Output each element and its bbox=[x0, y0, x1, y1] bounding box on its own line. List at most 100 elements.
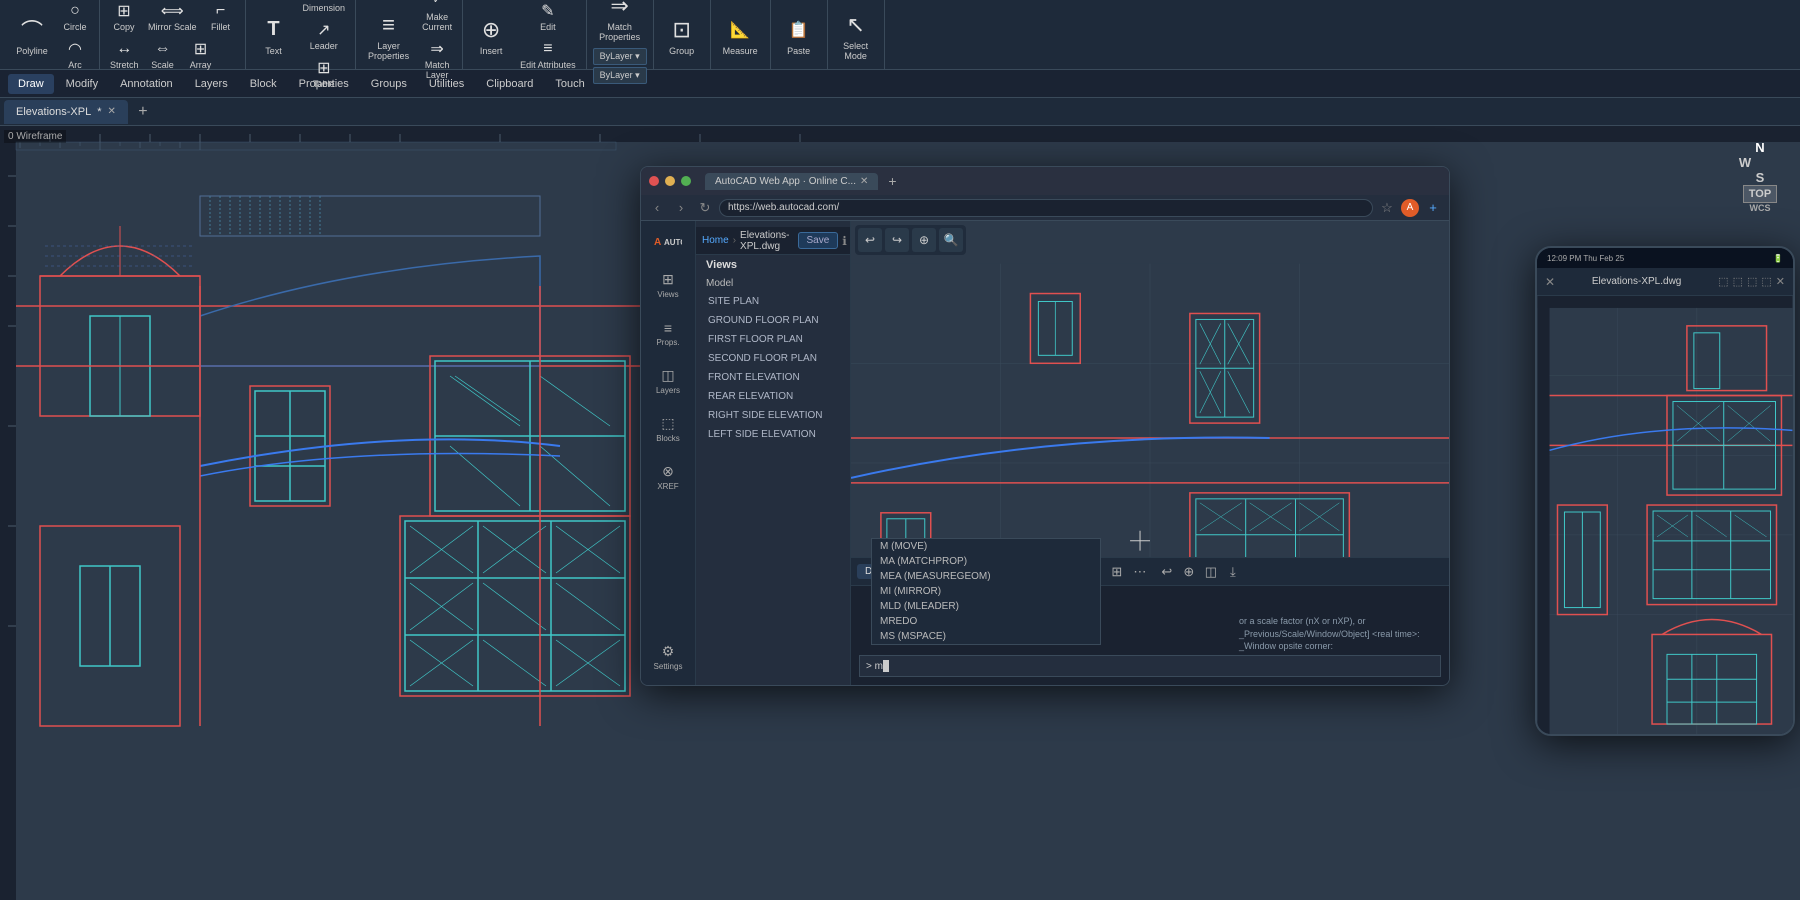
views-item-first-floor[interactable]: FIRST FLOOR PLAN bbox=[696, 330, 850, 349]
acweb-more-icon[interactable]: ⋯ bbox=[1130, 562, 1150, 582]
browser-addressbar[interactable]: https://web.autocad.com/ bbox=[719, 199, 1373, 217]
tablet-icon-1[interactable]: ⬚ bbox=[1718, 275, 1728, 288]
edit-btn[interactable]: ✎ Edit bbox=[516, 0, 580, 34]
browser-refresh-btn[interactable]: ↻ bbox=[695, 198, 715, 218]
mirror-btn[interactable]: ⟺ Mirror Scale bbox=[144, 0, 201, 34]
measure-btn[interactable]: 📐 Measure bbox=[717, 10, 764, 60]
breadcrumb-home[interactable]: Home bbox=[702, 235, 729, 246]
cmd-ma-matchprop[interactable]: MA (MATCHPROP) bbox=[872, 554, 1100, 569]
acweb-blocks-btn[interactable]: ⬚ Blocks bbox=[646, 407, 690, 451]
tablet-icon-3[interactable]: ⬚ bbox=[1747, 275, 1757, 288]
polyline-btn[interactable]: ⌒ Polyline bbox=[10, 10, 54, 60]
acweb-zoom-icon[interactable]: ⊕ bbox=[1179, 562, 1199, 582]
menu-utilities[interactable]: Utilities bbox=[419, 74, 474, 94]
stretch-btn[interactable]: ↔ Stretch bbox=[106, 36, 143, 72]
bylayer2-dropdown[interactable]: ByLayer ▾ bbox=[593, 67, 647, 84]
views-item-right-side[interactable]: RIGHT SIDE ELEVATION bbox=[696, 406, 850, 425]
views-panel-model[interactable]: Model bbox=[696, 275, 850, 292]
acweb-xref-btn[interactable]: ⊗ XREF bbox=[646, 455, 690, 499]
browser-back-btn[interactable]: ‹ bbox=[647, 198, 667, 218]
array-icon: ⊞ bbox=[190, 38, 212, 60]
layer-props-btn[interactable]: ≡ LayerProperties bbox=[362, 5, 415, 65]
paste-btn[interactable]: 📋 Paste bbox=[777, 10, 821, 60]
browser-profile-btn[interactable]: A bbox=[1401, 199, 1419, 217]
acweb-grid-icon[interactable]: ⊞ bbox=[1107, 562, 1127, 582]
menu-clipboard[interactable]: Clipboard bbox=[476, 74, 543, 94]
select-mode-btn[interactable]: ↖ SelectMode bbox=[834, 5, 878, 65]
menu-modify[interactable]: Modify bbox=[56, 74, 108, 94]
breadcrumb-file: Elevations-XPL.dwg bbox=[740, 230, 789, 252]
bylayer1-dropdown[interactable]: ByLayer ▾ bbox=[593, 48, 647, 65]
views-item-second-floor[interactable]: SECOND FLOOR PLAN bbox=[696, 349, 850, 368]
doc-tab-close[interactable]: ✕ bbox=[108, 106, 116, 117]
browser-close-dot[interactable] bbox=[649, 176, 659, 186]
leader-icon: ↗ bbox=[313, 19, 335, 41]
acweb-redo-btn[interactable]: ↪ bbox=[885, 228, 909, 252]
acweb-props-btn[interactable]: ≡ Props. bbox=[646, 311, 690, 355]
edit-attributes-btn[interactable]: ≡ Edit Attributes bbox=[516, 36, 580, 72]
views-item-site-plan[interactable]: SITE PLAN bbox=[696, 292, 850, 311]
browser-tab-add[interactable]: + bbox=[888, 173, 896, 189]
text-btn[interactable]: T Text bbox=[252, 10, 296, 60]
array-btn[interactable]: ⊞ Array bbox=[183, 36, 219, 72]
ribbon-group-layers: ≡ LayerProperties ✓ MakeCurrent ⇒ MatchL… bbox=[356, 0, 463, 69]
browser-tab[interactable]: AutoCAD Web App · Online C... ✕ bbox=[705, 173, 878, 190]
views-item-front-elev[interactable]: FRONT ELEVATION bbox=[696, 368, 850, 387]
acweb-search-btn[interactable]: 🔍 bbox=[939, 228, 963, 252]
copy-btn[interactable]: ⊞ Copy bbox=[106, 0, 142, 34]
insert-btn[interactable]: ⊕ Insert bbox=[469, 10, 513, 60]
acweb-cmd-input[interactable]: > m bbox=[859, 655, 1441, 677]
ribbon-group-groups: ⊡ Group bbox=[654, 0, 711, 69]
make-current-btn[interactable]: ✓ MakeCurrent bbox=[418, 0, 456, 34]
cmd-mea-measuregeom[interactable]: MEA (MEASUREGEOM) bbox=[872, 569, 1100, 584]
menu-groups[interactable]: Groups bbox=[361, 74, 417, 94]
browser-bookmark-btn[interactable]: ☆ bbox=[1377, 198, 1397, 218]
browser-tab-close[interactable]: ✕ bbox=[860, 176, 868, 187]
browser-minimize-dot[interactable] bbox=[665, 176, 675, 186]
tablet-icon-4[interactable]: ⬚ bbox=[1761, 275, 1771, 288]
insert-label: Insert bbox=[480, 46, 503, 56]
cmd-ms-mspace[interactable]: MS (MSPACE) bbox=[872, 629, 1100, 644]
scale-btn[interactable]: ⇔ Scale bbox=[145, 36, 181, 72]
acweb-layers-btn[interactable]: ◫ Layers bbox=[646, 359, 690, 403]
views-item-ground-floor[interactable]: GROUND FLOOR PLAN bbox=[696, 311, 850, 330]
acweb-views-btn[interactable]: ⊞ Views bbox=[646, 263, 690, 307]
leader-btn[interactable]: ↗ Leader bbox=[299, 17, 350, 53]
acweb-save-btn[interactable]: Save bbox=[798, 232, 839, 249]
match-props-btn[interactable]: ⇒ MatchProperties bbox=[593, 0, 647, 46]
menu-annotation[interactable]: Annotation bbox=[110, 74, 183, 94]
tablet-close-btn[interactable]: ✕ bbox=[1545, 275, 1555, 289]
arc-btn[interactable]: ◠ Arc bbox=[57, 36, 93, 72]
group-btn[interactable]: ⊡ Group bbox=[660, 10, 704, 60]
cmd-mld-mleader[interactable]: MLD (MLEADER) bbox=[872, 599, 1100, 614]
tablet-icon-5[interactable]: ✕ bbox=[1776, 275, 1785, 288]
ribbon-group-touch: ↖ SelectMode bbox=[828, 0, 885, 69]
views-item-left-side[interactable]: LEFT SIDE ELEVATION bbox=[696, 425, 850, 444]
menu-layers[interactable]: Layers bbox=[185, 74, 238, 94]
browser-forward-btn[interactable]: › bbox=[671, 198, 691, 218]
circle-btn[interactable]: ○ Circle bbox=[57, 0, 93, 34]
fillet-btn[interactable]: ⌐ Fillet bbox=[203, 0, 239, 34]
tablet-icon-2[interactable]: ⬚ bbox=[1733, 275, 1743, 288]
cmd-mi-mirror[interactable]: MI (MIRROR) bbox=[872, 584, 1100, 599]
browser-maximize-dot[interactable] bbox=[681, 176, 691, 186]
doc-tab-elevations[interactable]: Elevations-XPL * ✕ bbox=[4, 100, 128, 124]
menu-properties[interactable]: Properties bbox=[289, 74, 359, 94]
acweb-measure-btn[interactable]: ⊕ bbox=[912, 228, 936, 252]
dimension-btn[interactable]: ↕ Dimension bbox=[299, 0, 350, 15]
browser-url: https://web.autocad.com/ bbox=[728, 202, 839, 213]
views-item-rear-elev[interactable]: REAR ELEVATION bbox=[696, 387, 850, 406]
acweb-layers-bottom-icon[interactable]: ◫ bbox=[1201, 562, 1221, 582]
cmd-m-move[interactable]: M (MOVE) bbox=[872, 539, 1100, 554]
cmd-mredo[interactable]: MREDO bbox=[872, 614, 1100, 629]
menu-touch[interactable]: Touch bbox=[545, 74, 594, 94]
browser-menu-btn[interactable]: + bbox=[1423, 198, 1443, 218]
acweb-settings-btn[interactable]: ⚙ Settings bbox=[646, 635, 690, 679]
doc-tab-add[interactable]: + bbox=[132, 101, 154, 123]
menu-block[interactable]: Block bbox=[240, 74, 287, 94]
acweb-undo-icon[interactable]: ↩ bbox=[1157, 562, 1177, 582]
acweb-download-icon[interactable]: ⤓ bbox=[1223, 562, 1243, 582]
acweb-info-btn[interactable]: ℹ bbox=[842, 234, 847, 248]
menu-draw[interactable]: Draw bbox=[8, 74, 54, 94]
acweb-undo-btn[interactable]: ↩ bbox=[858, 228, 882, 252]
